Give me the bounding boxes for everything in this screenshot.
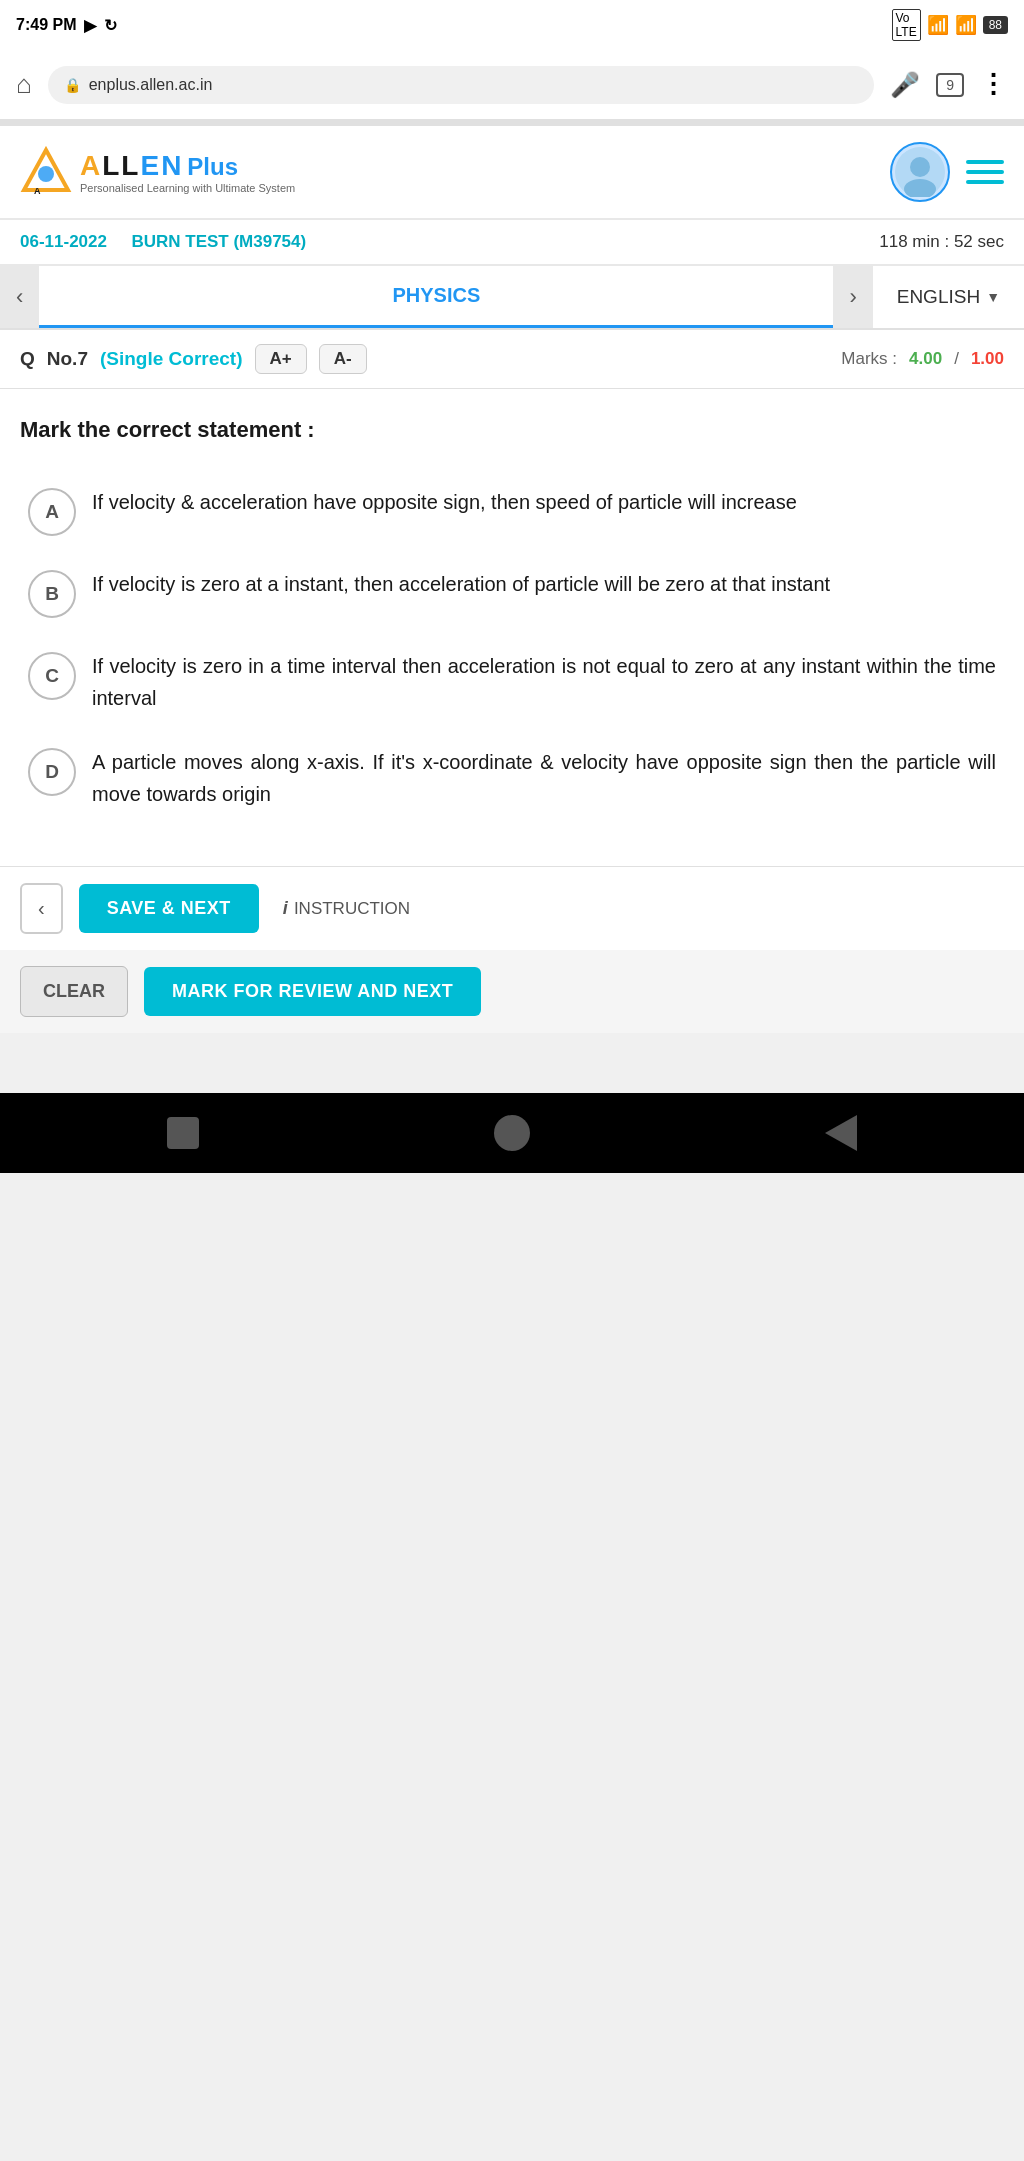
instruction-i-icon: i	[283, 898, 288, 919]
nav-circle-icon[interactable]	[494, 1115, 530, 1151]
signal-icon-1: 📶	[927, 14, 949, 36]
option-a-text: If velocity & acceleration have opposite…	[92, 486, 996, 518]
subject-tab-bar: ‹ PHYSICS › ENGLISH ▼	[0, 266, 1024, 330]
subject-tab-physics[interactable]: PHYSICS	[39, 266, 833, 328]
browser-bar: ⌂ 🔒 enplus.allen.ac.in 🎤 9 ⋮	[0, 50, 1024, 120]
allen-logo: A ALLEN Plus Personalised Learning with …	[20, 146, 295, 198]
option-c-circle: C	[28, 652, 76, 700]
tab-count[interactable]: 9	[936, 73, 964, 97]
lock-icon: 🔒	[64, 77, 81, 93]
back-button[interactable]: ‹	[20, 883, 63, 934]
avatar[interactable]	[890, 142, 950, 202]
test-timer: 118 min : 52 sec	[879, 232, 1004, 252]
more-options-icon[interactable]: ⋮	[980, 69, 1008, 100]
hamburger-line-2	[966, 170, 1004, 174]
allen-brand-name: ALLEN	[80, 150, 183, 182]
subject-prev-button[interactable]: ‹	[0, 266, 39, 328]
option-b-circle: B	[28, 570, 76, 618]
option-d-item[interactable]: D A particle moves along x-axis. If it's…	[20, 730, 1004, 826]
marks-negative: 1.00	[971, 349, 1004, 369]
nav-back-icon[interactable]	[825, 1115, 857, 1151]
spacer-bottom	[0, 1033, 1024, 1093]
marks-positive: 4.00	[909, 349, 942, 369]
dropdown-arrow-icon: ▼	[986, 289, 1000, 305]
allen-tagline: Personalised Learning with Ultimate Syst…	[80, 182, 295, 194]
question-header: Q No.7 (Single Correct) A+ A- Marks : 4.…	[0, 330, 1024, 389]
hamburger-line-1	[966, 160, 1004, 164]
option-d-circle: D	[28, 748, 76, 796]
marks-label: Marks :	[841, 349, 897, 369]
q-number: No.7	[47, 348, 88, 370]
test-name: BURN TEST (M39754)	[131, 232, 306, 251]
refresh-icon: ↻	[104, 16, 117, 35]
url-text: enplus.allen.ac.in	[89, 76, 213, 94]
option-a-circle: A	[28, 488, 76, 536]
question-content: Mark the correct statement : A If veloci…	[0, 389, 1024, 836]
test-info-bar: 06-11-2022 BURN TEST (M39754) 118 min : …	[0, 220, 1024, 266]
spacer	[0, 836, 1024, 866]
allen-plus-text: Plus	[187, 153, 238, 181]
header-right	[890, 142, 1004, 202]
bottom-actions-row2: CLEAR MARK FOR REVIEW AND NEXT	[0, 950, 1024, 1033]
svg-point-1	[38, 166, 54, 182]
mark-review-button[interactable]: MARK FOR REVIEW AND NEXT	[144, 967, 481, 1016]
english-tab-label: ENGLISH	[897, 286, 980, 308]
test-date: 06-11-2022	[20, 232, 107, 251]
marks-divider: /	[954, 349, 959, 369]
q-type: (Single Correct)	[100, 348, 243, 370]
clear-button[interactable]: CLEAR	[20, 966, 128, 1017]
option-b-text: If velocity is zero at a instant, then a…	[92, 568, 996, 600]
status-bar: 7:49 PM ▶ ↻ VoLTE 📶 📶 88	[0, 0, 1024, 50]
user-avatar-svg	[895, 147, 945, 197]
signal-icon-2: 📶	[955, 14, 977, 36]
font-decrease-button[interactable]: A-	[319, 344, 367, 374]
allen-logo-text: ALLEN Plus Personalised Learning with Ul…	[80, 150, 295, 194]
question-text: Mark the correct statement :	[20, 413, 1004, 446]
q-label: Q	[20, 348, 35, 370]
bottom-actions-row1: ‹ SAVE & NEXT i INSTRUCTION	[0, 866, 1024, 950]
font-increase-button[interactable]: A+	[255, 344, 307, 374]
app-header: A ALLEN Plus Personalised Learning with …	[0, 126, 1024, 220]
allen-logo-icon: A	[20, 146, 72, 198]
options-list: A If velocity & acceleration have opposi…	[20, 470, 1004, 826]
bottom-nav	[0, 1093, 1024, 1173]
status-right-icons: VoLTE 📶 📶 88	[892, 9, 1008, 41]
subject-tab-english[interactable]: ENGLISH ▼	[873, 268, 1024, 326]
subject-next-button[interactable]: ›	[833, 266, 872, 328]
nav-square-icon[interactable]	[167, 1117, 199, 1149]
instruction-link[interactable]: i INSTRUCTION	[283, 898, 410, 919]
hamburger-menu[interactable]	[966, 160, 1004, 184]
home-icon[interactable]: ⌂	[16, 69, 32, 100]
option-a-item[interactable]: A If velocity & acceleration have opposi…	[20, 470, 1004, 552]
vo-lte-icon: VoLTE	[892, 9, 921, 41]
test-date-name: 06-11-2022 BURN TEST (M39754)	[20, 232, 306, 252]
option-d-text: A particle moves along x-axis. If it's x…	[92, 746, 996, 810]
browser-actions: 🎤 9 ⋮	[890, 69, 1008, 100]
option-c-text: If velocity is zero in a time interval t…	[92, 650, 996, 714]
play-icon: ▶	[84, 16, 96, 35]
svg-point-4	[910, 157, 930, 177]
status-time: 7:49 PM ▶ ↻	[16, 16, 117, 35]
option-c-item[interactable]: C If velocity is zero in a time interval…	[20, 634, 1004, 730]
instruction-text: INSTRUCTION	[294, 899, 410, 919]
time-display: 7:49 PM	[16, 16, 76, 34]
option-b-item[interactable]: B If velocity is zero at a instant, then…	[20, 552, 1004, 634]
url-bar[interactable]: 🔒 enplus.allen.ac.in	[48, 66, 874, 104]
save-next-button[interactable]: SAVE & NEXT	[79, 884, 259, 933]
mic-icon[interactable]: 🎤	[890, 71, 920, 99]
hamburger-line-3	[966, 180, 1004, 184]
battery-icon: 88	[983, 16, 1008, 34]
svg-text:A: A	[34, 186, 41, 196]
